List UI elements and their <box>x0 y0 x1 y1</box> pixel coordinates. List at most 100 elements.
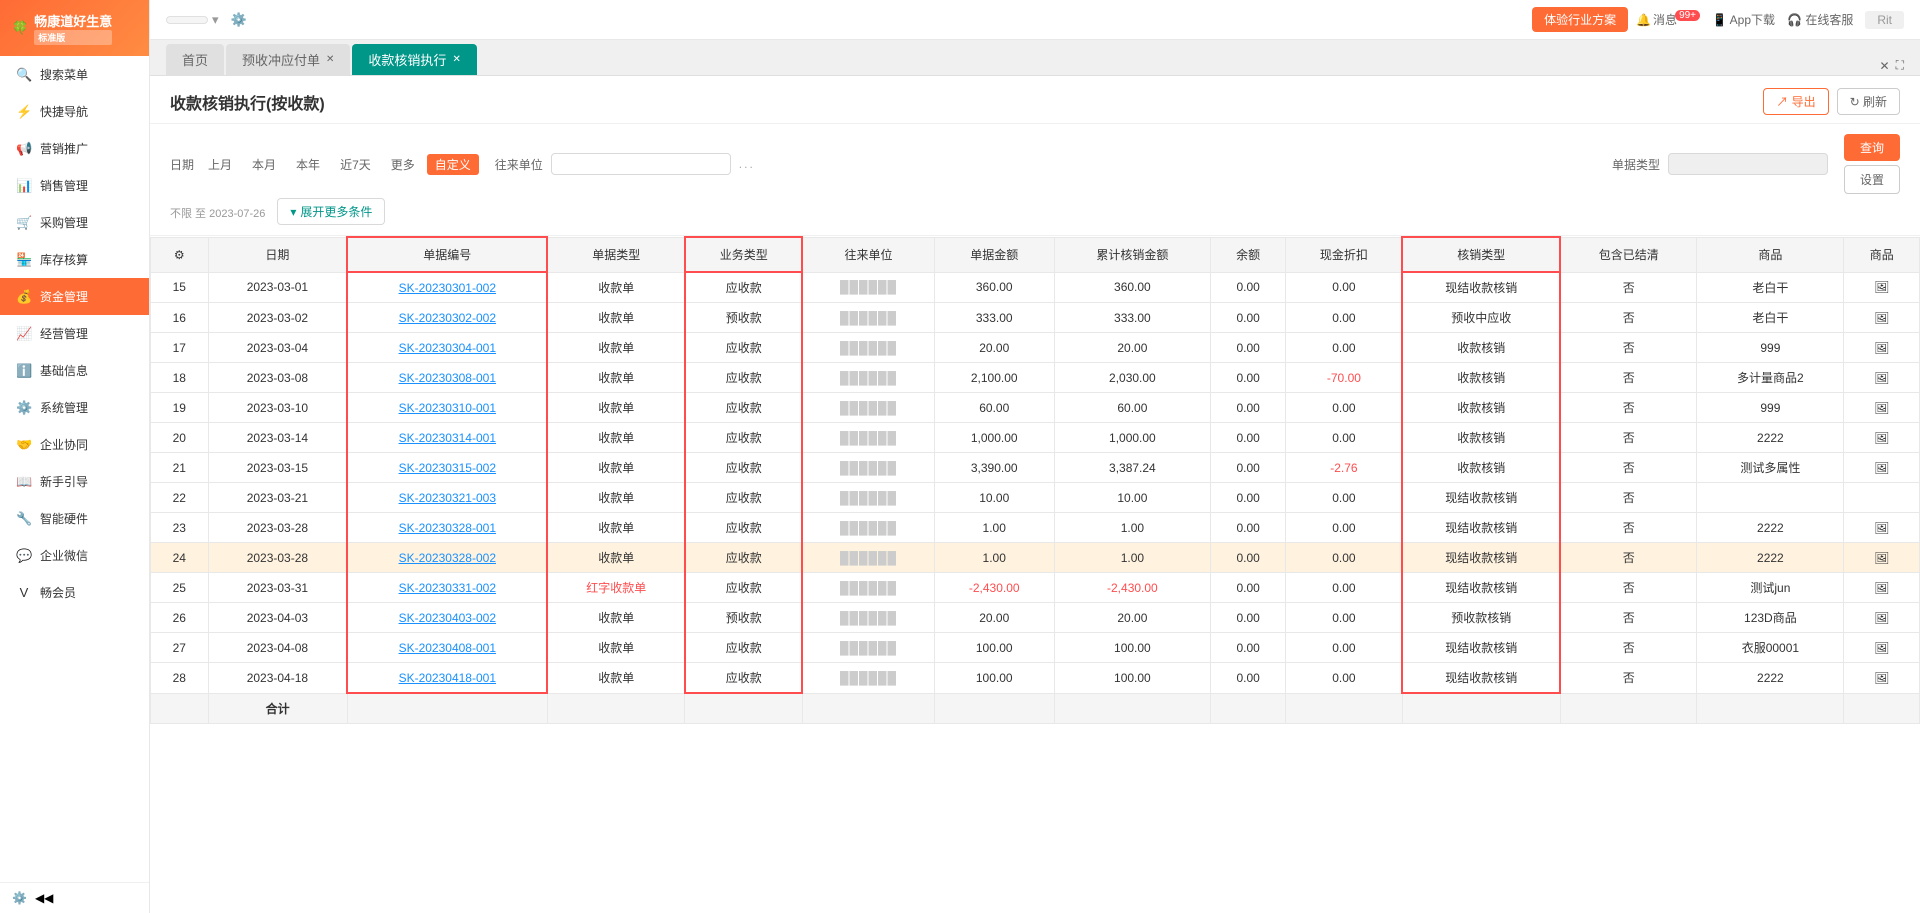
sidebar-item-operations[interactable]: 📈 经营管理 <box>0 315 149 352</box>
tab-close-all[interactable]: ✕ <box>1880 59 1890 73</box>
sn-link[interactable]: SK-20230403-002 <box>399 611 496 625</box>
col-date[interactable]: 日期 <box>208 237 347 272</box>
tab-home[interactable]: 首页 <box>166 44 224 75</box>
sidebar-item-hardware[interactable]: 🔧 智能硬件 <box>0 500 149 537</box>
col-biztype[interactable]: 业务类型 <box>685 237 802 272</box>
col-partner[interactable]: 往来单位 <box>802 237 934 272</box>
tab-prepay[interactable]: 预收冲应付单 ✕ <box>226 44 350 75</box>
sidebar-item-basic[interactable]: ℹ️ 基础信息 <box>0 352 149 389</box>
cell-sn[interactable]: SK-20230408-001 <box>347 633 547 663</box>
sn-link[interactable]: SK-20230302-002 <box>399 311 496 325</box>
col-doctype[interactable]: 单据类型 <box>547 237 685 272</box>
col-accum[interactable]: 累计核销金额 <box>1054 237 1210 272</box>
sidebar-item-inventory[interactable]: 🏪 库存核算 <box>0 241 149 278</box>
cell-sn[interactable]: SK-20230310-001 <box>347 393 547 423</box>
table-row: 232023-03-28SK-20230328-001收款单应收款██████1… <box>151 513 1920 543</box>
online-service[interactable]: 🎧 在线客服 <box>1787 11 1853 28</box>
sidebar-item-collab[interactable]: 🤝 企业协同 <box>0 426 149 463</box>
col-included[interactable]: 包含已结清 <box>1560 237 1697 272</box>
settings-icon[interactable]: ⚙️ <box>12 891 27 905</box>
cell-sn[interactable]: SK-20230304-001 <box>347 333 547 363</box>
setting-btn[interactable]: 设置 <box>1844 165 1900 194</box>
cell-sn[interactable]: SK-20230321-003 <box>347 483 547 513</box>
tab-collection-label: 收款核销执行 <box>368 50 446 69</box>
cell-sn[interactable]: SK-20230302-002 <box>347 303 547 333</box>
sidebar-item-sales[interactable]: 📊 销售管理 <box>0 167 149 204</box>
col-goods[interactable]: 商品 <box>1697 237 1844 272</box>
sn-link[interactable]: SK-20230408-001 <box>399 641 496 655</box>
tab-collection[interactable]: 收款核销执行 ✕ <box>352 44 476 75</box>
sidebar-item-quicknav[interactable]: ⚡ 快捷导航 <box>0 93 149 130</box>
cell-sn[interactable]: SK-20230418-001 <box>347 663 547 694</box>
sn-link[interactable]: SK-20230308-001 <box>399 371 496 385</box>
tab-maximize[interactable]: ⛶ <box>1896 58 1904 73</box>
sidebar-item-guide[interactable]: 📖 新手引导 <box>0 463 149 500</box>
sn-link[interactable]: SK-20230418-001 <box>399 671 496 685</box>
cell-sn[interactable]: SK-20230314-001 <box>347 423 547 453</box>
tab-collection-close[interactable]: ✕ <box>452 54 460 65</box>
query-btn[interactable]: 查询 <box>1844 134 1900 161</box>
doctype-select[interactable] <box>1668 153 1828 175</box>
export-btn[interactable]: ↗ 导出 <box>1763 88 1828 115</box>
expand-more-btn[interactable]: ▾ 展开更多条件 <box>277 198 385 225</box>
sn-link[interactable]: SK-20230304-001 <box>399 341 496 355</box>
cell-accum: 20.00 <box>1054 603 1210 633</box>
date-opt-last-month[interactable]: 上月 <box>200 154 240 175</box>
col-amount[interactable]: 单据金额 <box>934 237 1054 272</box>
cell-sn[interactable]: SK-20230315-002 <box>347 453 547 483</box>
app-download[interactable]: 📱 App下载 <box>1712 11 1775 28</box>
sn-link[interactable]: SK-20230321-003 <box>399 491 496 505</box>
cell-sn[interactable]: SK-20230308-001 <box>347 363 547 393</box>
gear-icon[interactable]: ⚙️ <box>231 12 247 28</box>
cell-included: 否 <box>1560 272 1697 303</box>
cell-goods <box>1697 483 1844 513</box>
data-table: ⚙ 日期 单据编号 单据类型 业务类型 往来单位 单据金额 累计核销金额 余额 … <box>150 236 1920 724</box>
collapse-icon[interactable]: ◀◀ <box>35 891 53 905</box>
sn-link[interactable]: SK-20230331-002 <box>399 581 496 595</box>
sn-link[interactable]: SK-20230328-002 <box>399 551 496 565</box>
col-goods-img[interactable]: 商品 <box>1844 237 1920 272</box>
cell-sn[interactable]: SK-20230403-002 <box>347 603 547 633</box>
dropdown-icon[interactable]: ▾ <box>212 12 219 28</box>
col-sn[interactable]: 单据编号 <box>347 237 547 272</box>
date-opt-this-month[interactable]: 本月 <box>244 154 284 175</box>
cell-sn[interactable]: SK-20230301-002 <box>347 272 547 303</box>
sidebar-item-label: 采购管理 <box>40 214 88 231</box>
sidebar-item-member[interactable]: V 畅会员 <box>0 574 149 611</box>
cell-sn[interactable]: SK-20230331-002 <box>347 573 547 603</box>
table-container: ⚙ 日期 单据编号 单据类型 业务类型 往来单位 单据金额 累计核销金额 余额 … <box>150 236 1920 913</box>
partner-input[interactable] <box>551 153 731 175</box>
refresh-btn[interactable]: ↻ 刷新 <box>1837 88 1900 115</box>
cell-seq: 18 <box>151 363 209 393</box>
sidebar-item-marketing[interactable]: 📢 营销推广 <box>0 130 149 167</box>
sidebar-item-system[interactable]: ⚙️ 系统管理 <box>0 389 149 426</box>
col-balance[interactable]: 余额 <box>1210 237 1286 272</box>
sn-link[interactable]: SK-20230315-002 <box>399 461 496 475</box>
sn-link[interactable]: SK-20230314-001 <box>399 431 496 445</box>
cell-discount: 0.00 <box>1286 423 1403 453</box>
user-avatar[interactable]: Rit <box>1865 11 1904 29</box>
cell-date: 2023-03-31 <box>208 573 347 603</box>
sn-link[interactable]: SK-20230328-001 <box>399 521 496 535</box>
cell-date: 2023-03-08 <box>208 363 347 393</box>
date-opt-this-year[interactable]: 本年 <box>288 154 328 175</box>
sidebar-item-finance[interactable]: 💰 资金管理 <box>0 278 149 315</box>
sidebar-item-purchase[interactable]: 🛒 采购管理 <box>0 204 149 241</box>
cell-sn[interactable]: SK-20230328-002 <box>347 543 547 573</box>
date-opt-custom[interactable]: 自定义 <box>427 154 479 175</box>
solution-btn[interactable]: 体验行业方案 <box>1532 7 1628 32</box>
date-opt-more[interactable]: 更多 <box>383 154 423 175</box>
sidebar-item-wechat[interactable]: 💬 企业微信 <box>0 537 149 574</box>
col-hxtype[interactable]: 核销类型 <box>1402 237 1560 272</box>
col-discount[interactable]: 现金折扣 <box>1286 237 1403 272</box>
date-opt-7days[interactable]: 近7天 <box>332 154 379 175</box>
tab-prepay-close[interactable]: ✕ <box>326 54 334 65</box>
notification-area[interactable]: 🔔 消息 99+ <box>1636 11 1700 28</box>
sn-link[interactable]: SK-20230310-001 <box>399 401 496 415</box>
cell-sn[interactable]: SK-20230328-001 <box>347 513 547 543</box>
cell-goods-img: 🖼 <box>1844 633 1920 663</box>
sidebar-item-search[interactable]: 🔍 搜索菜单 <box>0 56 149 93</box>
sn-link[interactable]: SK-20230301-002 <box>399 281 496 295</box>
col-settings[interactable]: ⚙ <box>151 237 209 272</box>
cell-goods-img: 🖼 <box>1844 272 1920 303</box>
